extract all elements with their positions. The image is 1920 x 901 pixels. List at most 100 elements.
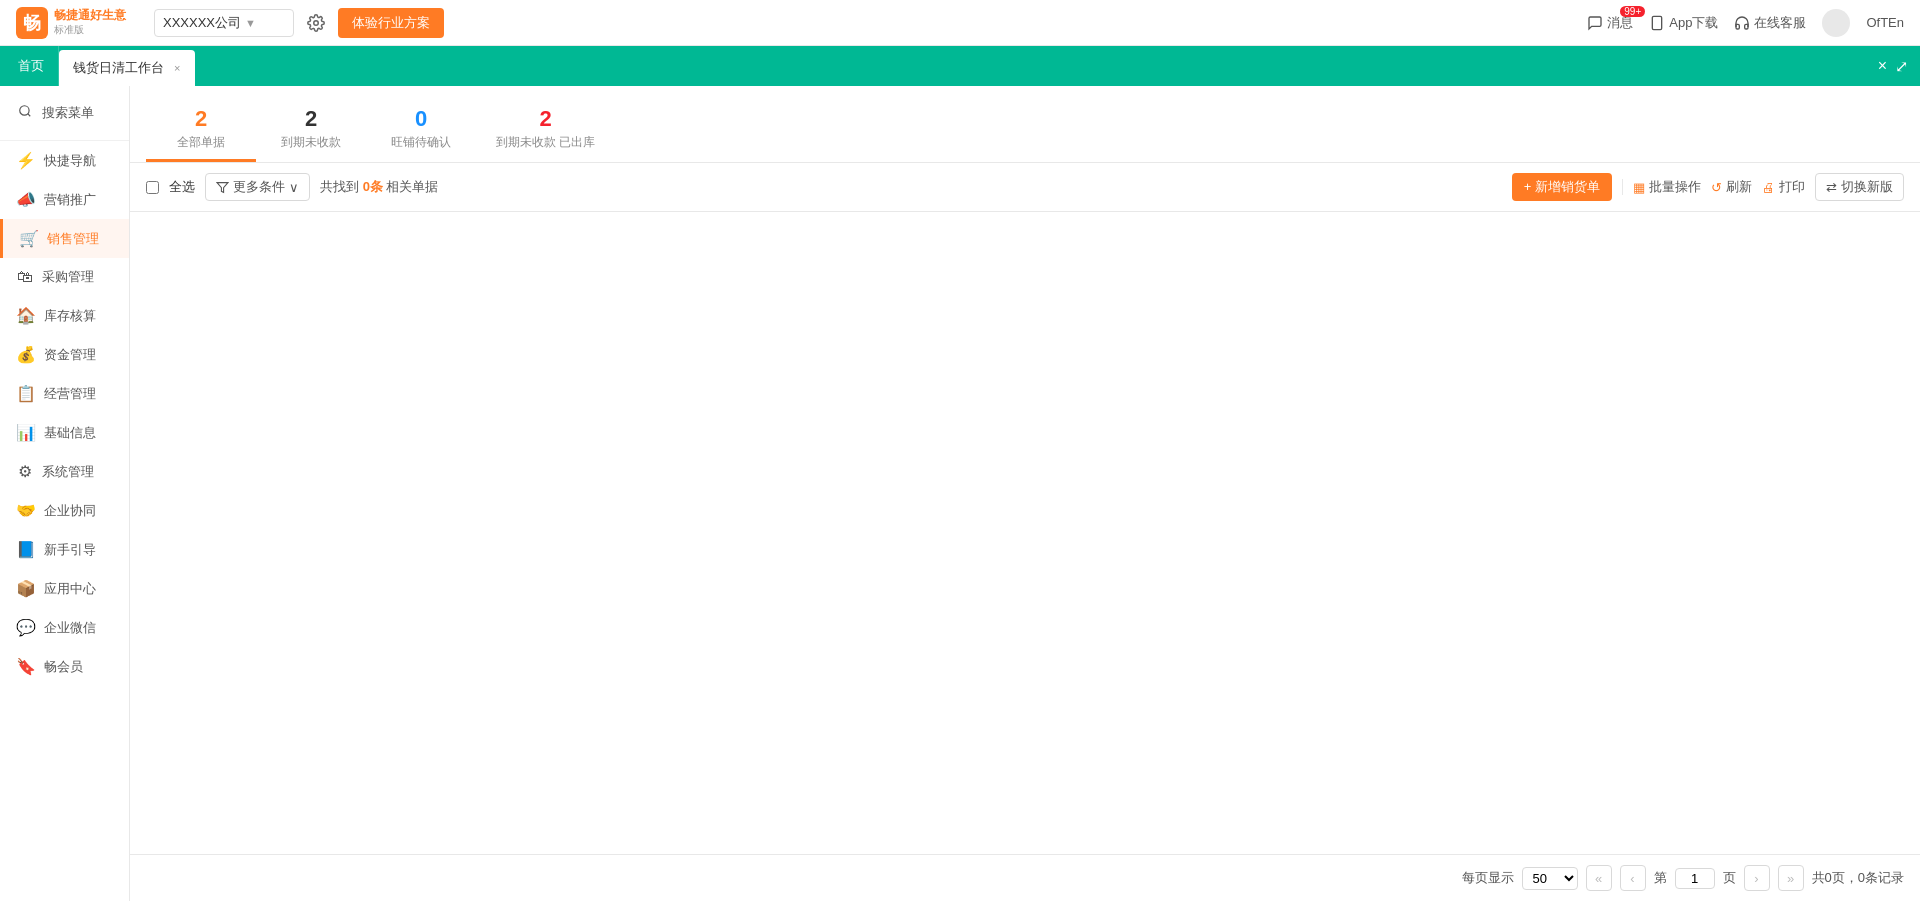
- sidebar-label-guide: 新手引导: [44, 541, 96, 559]
- sidebar-item-inventory[interactable]: 🏠库存核算: [0, 296, 129, 335]
- topbar-left: 畅 畅捷通好生意 标准版 XXXXXX公司 ▼ 体验行业方案: [16, 7, 444, 39]
- filter-label: 更多条件: [233, 178, 285, 196]
- settings-icon[interactable]: [302, 9, 330, 37]
- sidebar-label-purchase: 采购管理: [42, 268, 94, 286]
- pagination-bar: 每页显示 50 10 20 100 « ‹ 第 页 › » 共0页，0条记录: [130, 854, 1920, 901]
- select-all-checkbox[interactable]: [146, 181, 159, 194]
- sidebar-item-guide[interactable]: 📘新手引导: [0, 530, 129, 569]
- tab-expand-btn[interactable]: ⤢: [1895, 57, 1908, 76]
- sidebar-item-marketing[interactable]: 📣营销推广: [0, 180, 129, 219]
- sidebar-search[interactable]: 搜索菜单: [0, 94, 129, 132]
- sidebar-label-wechat: 企业微信: [44, 619, 96, 637]
- found-text: 共找到 0条 相关单据: [320, 178, 438, 196]
- page-label: 第: [1654, 869, 1667, 887]
- last-page-icon: »: [1787, 871, 1794, 886]
- sidebar-item-quick-nav[interactable]: ⚡ 快捷导航: [0, 141, 129, 180]
- system-icon: ⚙: [16, 462, 34, 481]
- refresh-button[interactable]: ↺ 刷新: [1711, 178, 1752, 196]
- wb-tab-all[interactable]: 2 全部单据: [146, 98, 256, 162]
- logo-icon: 畅: [16, 7, 48, 39]
- svg-point-3: [20, 106, 29, 115]
- wb-tab-count-all: 2: [195, 106, 207, 132]
- per-page-select[interactable]: 50 10 20 100: [1522, 867, 1578, 890]
- first-page-btn[interactable]: «: [1586, 865, 1612, 891]
- sidebar-label-app-center: 应用中心: [44, 580, 96, 598]
- logo-sub: 标准版: [54, 23, 126, 37]
- first-page-icon: «: [1595, 871, 1602, 886]
- app-center-icon: 📦: [16, 579, 36, 598]
- switch-version-button[interactable]: ⇄ 切换新版: [1815, 173, 1904, 201]
- sidebar-item-system[interactable]: ⚙ 系统管理: [0, 452, 129, 491]
- wb-tab-shipped[interactable]: 2到期未收款 已出库: [476, 98, 615, 162]
- toolbar-right: + 新增销货单 ▦ 批量操作 ↺ 刷新 🖨 打印 ⇄ 切换新版: [1512, 173, 1904, 201]
- workbench-header: 2 全部单据 2到期未收款0旺铺待确认2到期未收款 已出库: [130, 86, 1920, 163]
- sidebar-item-wechat[interactable]: 💬 企业微信: [0, 608, 129, 647]
- select-all-label: 全选: [169, 178, 195, 196]
- prev-page-btn[interactable]: ‹: [1620, 865, 1646, 891]
- batch-button[interactable]: ▦ 批量操作: [1633, 178, 1701, 196]
- wechat-icon: 💬: [16, 618, 36, 637]
- wb-tab-overdue[interactable]: 2到期未收款: [256, 98, 366, 162]
- wb-tab-pending[interactable]: 0旺铺待确认: [366, 98, 476, 162]
- logo-area: 畅 畅捷通好生意 标准版: [16, 7, 146, 39]
- tab-home[interactable]: 首页: [4, 46, 59, 86]
- svg-marker-5: [217, 182, 228, 192]
- online-service-button[interactable]: 在线客服: [1734, 14, 1806, 32]
- batch-icon: ▦: [1633, 180, 1645, 195]
- print-button[interactable]: 🖨 打印: [1762, 178, 1805, 196]
- tab-close-icon[interactable]: ×: [174, 62, 180, 74]
- inventory-icon: 🏠: [16, 306, 36, 325]
- quick-nav-icon: ⚡: [16, 151, 36, 170]
- message-badge: 99+: [1620, 6, 1645, 17]
- company-selector[interactable]: XXXXXX公司 ▼: [154, 9, 294, 37]
- toolbar: 全选 更多条件 ∨ 共找到 0条 相关单据 + 新增销货单 ▦ 批量操作: [130, 163, 1920, 212]
- print-icon: 🖨: [1762, 180, 1775, 195]
- app-download-label: App下载: [1669, 14, 1718, 32]
- sidebar-items: ⚡ 快捷导航 📣营销推广 🛒 销售管理 🛍采购管理🏠库存核算💰资金管理📋经营管理📊基础信息…: [0, 141, 129, 686]
- tab-home-label: 首页: [18, 57, 44, 75]
- sidebar-item-purchase[interactable]: 🛍采购管理: [0, 258, 129, 296]
- sidebar-item-member[interactable]: 🔖畅会员: [0, 647, 129, 686]
- filter-button[interactable]: 更多条件 ∨: [205, 173, 310, 201]
- add-sale-button[interactable]: + 新增销货单: [1512, 173, 1612, 201]
- switch-icon: ⇄: [1826, 180, 1837, 195]
- wb-tab-label-all: 全部单据: [177, 134, 225, 151]
- basic-info-icon: 📊: [16, 423, 36, 442]
- svg-line-4: [28, 114, 31, 117]
- wb-tab-label-pending: 旺铺待确认: [391, 134, 451, 151]
- search-icon: [16, 104, 34, 122]
- sidebar-label-sales: 销售管理: [47, 230, 99, 248]
- marketing-icon: 📣: [16, 190, 36, 209]
- avatar[interactable]: [1822, 9, 1850, 37]
- tabbar: 首页 钱货日清工作台 × × ⤢: [0, 46, 1920, 86]
- toolbar-left: 全选 更多条件 ∨ 共找到 0条 相关单据: [146, 173, 1500, 201]
- finance-icon: 💰: [16, 345, 36, 364]
- experience-button[interactable]: 体验行业方案: [338, 8, 444, 38]
- sidebar-item-app-center[interactable]: 📦 应用中心: [0, 569, 129, 608]
- tab-workbench[interactable]: 钱货日清工作台 ×: [59, 50, 195, 86]
- next-page-icon: ›: [1754, 871, 1758, 886]
- sidebar-item-enterprise[interactable]: 🤝企业协同: [0, 491, 129, 530]
- message-button[interactable]: 消息 99+: [1587, 14, 1633, 32]
- sidebar-item-basic-info[interactable]: 📊基础信息: [0, 413, 129, 452]
- next-page-btn[interactable]: ›: [1744, 865, 1770, 891]
- topbar: 畅 畅捷通好生意 标准版 XXXXXX公司 ▼ 体验行业方案 消息 99+ Ap…: [0, 0, 1920, 46]
- sidebar-label-enterprise: 企业协同: [44, 502, 96, 520]
- sales-icon: 🛒: [19, 229, 39, 248]
- sidebar-item-sales[interactable]: 🛒 销售管理: [0, 219, 129, 258]
- sidebar-label-system: 系统管理: [42, 463, 94, 481]
- company-name: XXXXXX公司: [163, 14, 241, 32]
- online-service-label: 在线客服: [1754, 14, 1806, 32]
- page-input[interactable]: [1675, 868, 1715, 889]
- tab-close-window-btn[interactable]: ×: [1878, 57, 1887, 76]
- sidebar-search-area: 搜索菜单: [0, 86, 129, 141]
- refresh-icon: ↺: [1711, 180, 1722, 195]
- sidebar-item-finance[interactable]: 💰资金管理: [0, 335, 129, 374]
- sidebar-label-quick-nav: 快捷导航: [44, 152, 96, 170]
- sidebar-item-operations[interactable]: 📋经营管理: [0, 374, 129, 413]
- logo-text: 畅捷通好生意: [54, 8, 126, 22]
- app-download-button[interactable]: App下载: [1649, 14, 1718, 32]
- found-count: 0条: [363, 179, 383, 194]
- last-page-btn[interactable]: »: [1778, 865, 1804, 891]
- user-name[interactable]: OfTEn: [1866, 15, 1904, 30]
